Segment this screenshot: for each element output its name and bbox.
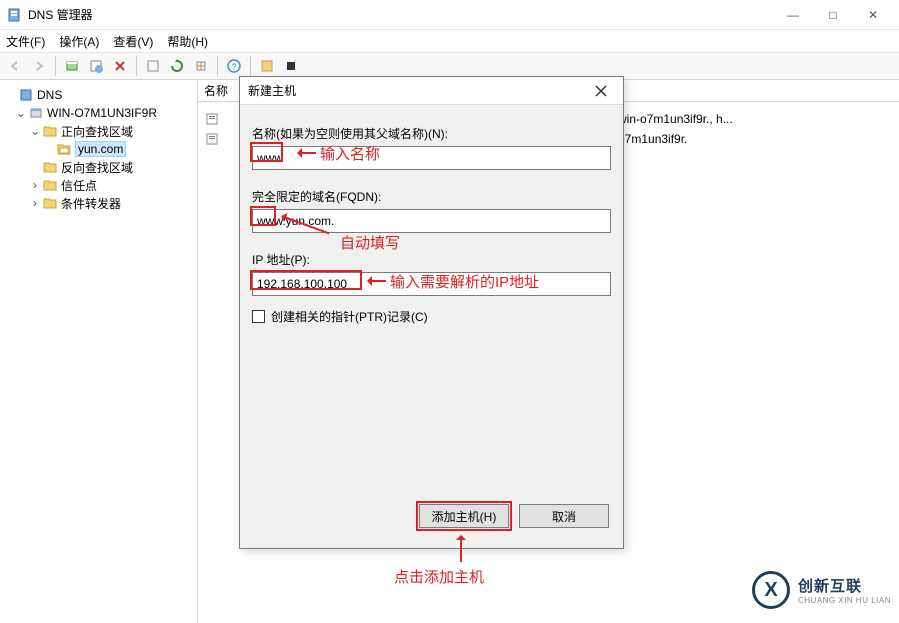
- tree-root-dns[interactable]: DNS: [4, 86, 193, 104]
- folder-icon: [42, 178, 58, 192]
- zone-icon: [56, 142, 72, 156]
- tree-trust-label: 信任点: [61, 177, 97, 194]
- toolbar-separator: [250, 56, 251, 76]
- dialog-title-bar[interactable]: 新建主机: [240, 77, 623, 105]
- twisty-icon[interactable]: ⌄: [14, 106, 28, 120]
- list-row[interactable]: [204, 110, 220, 128]
- export-button[interactable]: [190, 55, 212, 77]
- list-row[interactable]: [204, 130, 220, 148]
- maximize-button[interactable]: □: [813, 1, 853, 29]
- ptr-label: 创建相关的指针(PTR)记录(C): [271, 308, 428, 325]
- col-name: 名称: [204, 82, 228, 99]
- tree-rev-label: 反向查找区域: [61, 159, 133, 176]
- toolbar-separator: [217, 56, 218, 76]
- help-button[interactable]: ?: [223, 55, 245, 77]
- toolbar-separator: [55, 56, 56, 76]
- app-title: DNS 管理器: [28, 6, 773, 23]
- tree-yun[interactable]: yun.com: [4, 140, 193, 158]
- row2-text: o7m1un3if9r.: [618, 132, 687, 146]
- name-field[interactable]: www: [252, 146, 611, 170]
- cancel-label: 取消: [552, 508, 576, 525]
- fqdn-field: www.yun.com.: [252, 209, 611, 233]
- tree-panel: DNS ⌄ WIN-O7M1UN3IF9R ⌄ 正向查找区域 yun.com 反…: [0, 80, 198, 623]
- tree-server-label: WIN-O7M1UN3IF9R: [47, 106, 157, 120]
- tree-cond-label: 条件转发器: [61, 195, 121, 212]
- watermark-name: 创新互联: [798, 575, 891, 596]
- record-icon: [204, 131, 220, 147]
- delete-button[interactable]: [109, 55, 131, 77]
- twisty-icon[interactable]: ⌄: [28, 124, 42, 138]
- list-cell: o7m1un3if9r.: [618, 130, 687, 148]
- tree-yun-label: yun.com: [75, 141, 126, 157]
- fqdn-label: 完全限定的域名(FQDN):: [252, 188, 611, 205]
- tree-rev-zones[interactable]: 反向查找区域: [4, 158, 193, 176]
- record-icon: [204, 111, 220, 127]
- cancel-button[interactable]: 取消: [519, 504, 609, 528]
- title-bar: DNS 管理器 — □ ✕: [0, 0, 899, 30]
- row1-text: win-o7m1un3if9r., h...: [618, 112, 733, 126]
- ptr-checkbox[interactable]: 创建相关的指针(PTR)记录(C): [252, 308, 611, 325]
- menu-view[interactable]: 查看(V): [113, 33, 153, 50]
- close-icon: [595, 85, 607, 97]
- tree-root-label: DNS: [37, 88, 62, 102]
- refresh-button[interactable]: [166, 55, 188, 77]
- new-window-button[interactable]: [61, 55, 83, 77]
- watermark-logo: X: [752, 571, 790, 609]
- fqdn-value: www.yun.com.: [257, 214, 334, 228]
- list-cell: win-o7m1un3if9r., h...: [618, 110, 733, 128]
- menu-action[interactable]: 操作(A): [59, 33, 99, 50]
- filter-button[interactable]: [256, 55, 278, 77]
- dns-icon: [18, 88, 34, 102]
- dialog-close-button[interactable]: [587, 80, 615, 102]
- folder-icon: [42, 124, 58, 138]
- add-host-label: 添加主机(H): [432, 508, 497, 525]
- nav-forward-button[interactable]: [28, 55, 50, 77]
- checkbox-box: [252, 310, 265, 323]
- ip-value: 192.168.100.100: [257, 277, 347, 291]
- tree-cond-fwd[interactable]: › 条件转发器: [4, 194, 193, 212]
- name-value: www: [257, 151, 283, 165]
- add-host-button[interactable]: 添加主机(H): [419, 504, 509, 528]
- dialog-title: 新建主机: [248, 82, 587, 99]
- folder-icon: [42, 196, 58, 210]
- stop-button[interactable]: [280, 55, 302, 77]
- name-label: 名称(如果为空则使用其父域名称)(N):: [252, 125, 611, 142]
- folder-icon: [42, 160, 58, 174]
- tree-fwd-zones[interactable]: ⌄ 正向查找区域: [4, 122, 193, 140]
- nav-back-button[interactable]: [4, 55, 26, 77]
- minimize-button[interactable]: —: [773, 1, 813, 29]
- ip-label: IP 地址(P):: [252, 251, 611, 268]
- tree-fwd-label: 正向查找区域: [61, 123, 133, 140]
- tree-trust[interactable]: › 信任点: [4, 176, 193, 194]
- ip-field[interactable]: 192.168.100.100: [252, 272, 611, 296]
- twisty-icon[interactable]: ›: [28, 178, 42, 192]
- twisty-icon[interactable]: ›: [28, 196, 42, 210]
- new-host-dialog: 新建主机 名称(如果为空则使用其父域名称)(N): www 完全限定的域名(FQ…: [239, 76, 624, 549]
- menu-file[interactable]: 文件(F): [6, 33, 45, 50]
- add-button[interactable]: [85, 55, 107, 77]
- svg-text:?: ?: [231, 62, 236, 72]
- watermark-pinyin: CHUANG XIN HU LIAN: [798, 596, 891, 605]
- properties-button[interactable]: [142, 55, 164, 77]
- menu-bar: 文件(F) 操作(A) 查看(V) 帮助(H): [0, 30, 899, 52]
- watermark: X 创新互联 CHUANG XIN HU LIAN: [752, 571, 891, 609]
- app-icon: [6, 7, 22, 23]
- tree-server[interactable]: ⌄ WIN-O7M1UN3IF9R: [4, 104, 193, 122]
- toolbar-separator: [136, 56, 137, 76]
- menu-help[interactable]: 帮助(H): [167, 33, 208, 50]
- server-icon: [28, 106, 44, 120]
- close-button[interactable]: ✕: [853, 1, 893, 29]
